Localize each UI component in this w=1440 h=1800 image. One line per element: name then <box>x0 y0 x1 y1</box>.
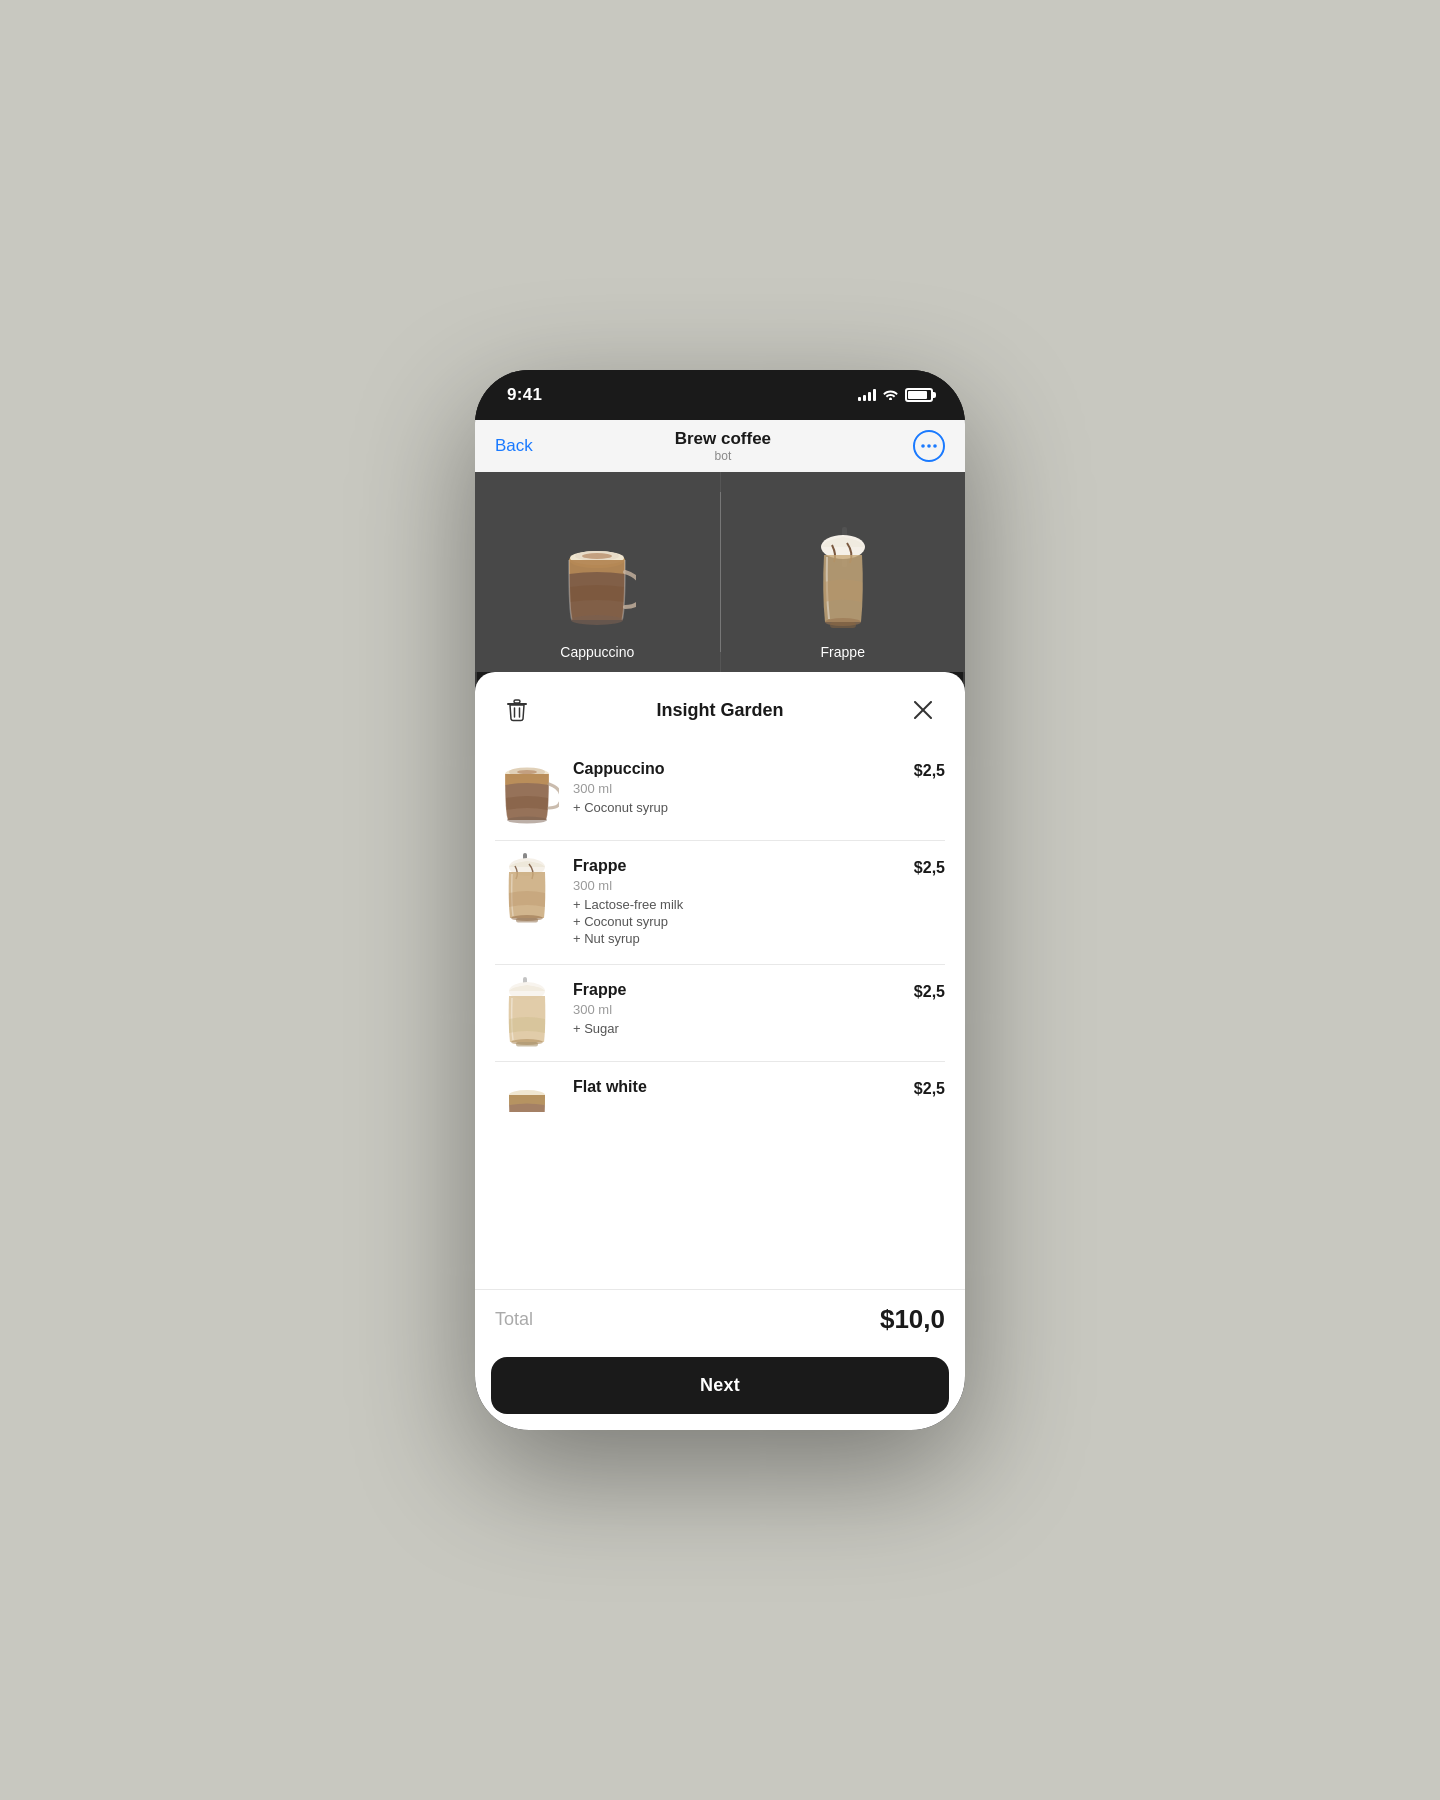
svg-point-20 <box>507 817 547 824</box>
total-bar: Total $10,0 <box>475 1289 965 1349</box>
item-addon: + Coconut syrup <box>573 914 900 929</box>
item-details: Frappe 300 ml + Sugar <box>573 981 900 1038</box>
item-price: $2,5 <box>914 981 945 1001</box>
svg-rect-25 <box>516 918 538 923</box>
svg-point-21 <box>517 770 537 774</box>
sheet-title: Insight Garden <box>656 700 783 721</box>
svg-point-0 <box>921 444 925 448</box>
next-button[interactable]: Next <box>491 1357 949 1414</box>
svg-rect-11 <box>830 622 856 628</box>
frappe-preview-image <box>812 527 874 636</box>
nav-title-container: Brew coffee bot <box>675 429 771 463</box>
order-item-partial: Flat white $2,5 <box>495 1062 945 1112</box>
bottom-sheet: Insight Garden <box>475 672 965 1430</box>
back-button[interactable]: Back <box>495 436 533 456</box>
item-size: 300 ml <box>573 878 900 893</box>
item-details: Cappuccino 300 ml + Coconut syrup <box>573 760 900 817</box>
nav-bar: Back Brew coffee bot <box>475 420 965 472</box>
item-image-flatwhite <box>495 1078 559 1112</box>
coffee-preview: Cappuccino <box>475 472 965 672</box>
item-details-partial: Flat white <box>573 1078 900 1099</box>
item-addon: + Sugar <box>573 1021 900 1036</box>
wifi-icon <box>882 387 899 403</box>
svg-point-2 <box>933 444 937 448</box>
svg-rect-13 <box>514 700 520 703</box>
total-amount: $10,0 <box>880 1304 945 1335</box>
preview-frappe: Frappe <box>721 472 966 672</box>
sheet-header: Insight Garden <box>475 672 965 744</box>
svg-rect-29 <box>516 1042 538 1047</box>
preview-cappuccino: Cappuccino <box>475 472 720 672</box>
preview-cappuccino-label: Cappuccino <box>560 644 634 660</box>
item-name: Frappe <box>573 981 900 999</box>
total-label: Total <box>495 1309 533 1330</box>
item-image-frappe1 <box>495 857 559 921</box>
item-price-partial: $2,5 <box>914 1078 945 1098</box>
more-options-button[interactable] <box>913 430 945 462</box>
item-price: $2,5 <box>914 857 945 877</box>
svg-point-1 <box>927 444 931 448</box>
item-addon: + Coconut syrup <box>573 800 900 815</box>
svg-point-6 <box>571 615 623 625</box>
status-time: 9:41 <box>507 385 542 405</box>
preview-frappe-label: Frappe <box>821 644 865 660</box>
status-icons <box>858 387 933 403</box>
nav-subtitle: bot <box>715 449 732 463</box>
item-price: $2,5 <box>914 760 945 780</box>
close-button[interactable] <box>905 692 941 728</box>
status-bar: 9:41 <box>475 370 965 420</box>
item-name: Frappe <box>573 857 900 875</box>
item-size: 300 ml <box>573 1002 900 1017</box>
item-image-frappe2 <box>495 981 559 1045</box>
signal-icon <box>858 389 876 401</box>
item-image-cappuccino <box>495 760 559 824</box>
item-addon: + Lactose-free milk <box>573 897 900 912</box>
trash-button[interactable] <box>499 692 535 728</box>
order-list: Cappuccino 300 ml + Coconut syrup $2,5 <box>475 744 965 1289</box>
nav-title: Brew coffee <box>675 429 771 449</box>
item-details: Frappe 300 ml + Lactose-free milk + Coco… <box>573 857 900 948</box>
cappuccino-preview-image <box>558 542 636 636</box>
item-name: Cappuccino <box>573 760 900 778</box>
battery-icon <box>905 388 933 402</box>
order-item: Frappe 300 ml + Lactose-free milk + Coco… <box>495 841 945 965</box>
item-addon: + Nut syrup <box>573 931 900 946</box>
svg-point-7 <box>582 553 612 559</box>
item-size: 300 ml <box>573 781 900 796</box>
order-item: Cappuccino 300 ml + Coconut syrup $2,5 <box>495 744 945 841</box>
phone-frame: 9:41 Back Brew coffee <box>475 370 965 1430</box>
item-name-partial: Flat white <box>573 1078 900 1096</box>
order-item: Frappe 300 ml + Sugar $2,5 <box>495 965 945 1062</box>
